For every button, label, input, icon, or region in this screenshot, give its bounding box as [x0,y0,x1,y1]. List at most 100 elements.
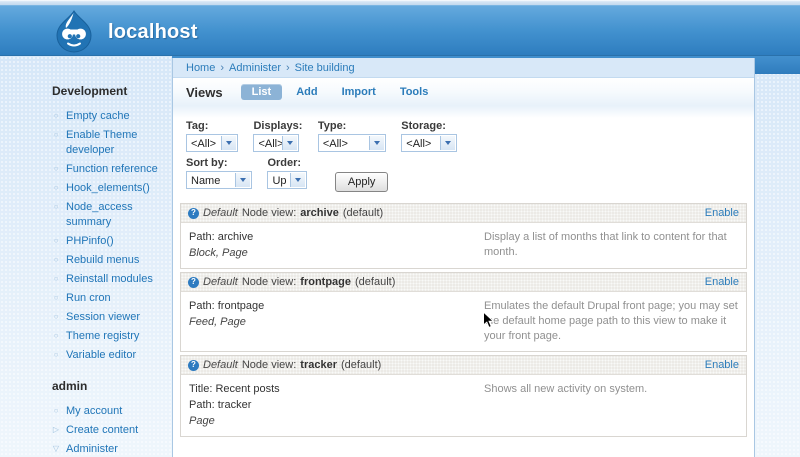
tag-select-value: <All> [191,138,217,150]
breadcrumb-link-administer[interactable]: Administer [229,62,281,74]
tab-list[interactable]: List [240,84,283,100]
page-title: Views [186,84,223,100]
chevron-down-icon[interactable] [221,136,236,150]
displays-select[interactable]: <All> [253,134,300,152]
chevron-down-icon[interactable] [282,136,298,150]
circle-bullet-icon [52,109,60,124]
tag-label: Tag: [186,120,209,132]
view-name: tracker [300,359,337,371]
sidebar-link[interactable]: Hook_elements() [66,181,150,196]
sidebar-link[interactable]: Reinstall modules [66,272,153,287]
sidebar-item-create-content[interactable]: Create content [52,423,166,438]
filter-order: Order: Up [267,157,308,189]
breadcrumb-link-site-building[interactable]: Site building [295,62,355,74]
sidebar-link[interactable]: Session viewer [66,310,140,325]
sidebar-item-function-reference[interactable]: Function reference [52,162,166,177]
sidebar-link[interactable]: PHPinfo() [66,234,114,249]
help-icon[interactable]: ? [188,359,199,371]
sidebar-item-hook-elements[interactable]: Hook_elements() [52,181,166,196]
expanded-arrow-icon[interactable] [52,442,60,457]
enable-link[interactable]: Enable [705,359,739,371]
sort-by-select[interactable]: Name [186,171,252,189]
chevron-down-icon[interactable] [290,173,306,187]
chevron-down-icon[interactable] [235,173,250,187]
order-select-value: Up [272,175,287,187]
sidebar-item-reinstall-modules[interactable]: Reinstall modules [52,272,166,287]
sidebar-link[interactable]: Rebuild menus [66,253,139,268]
view-description: Shows all new activity on system. [484,383,648,395]
filter-type: Type: <All> [317,120,386,152]
sidebar-link[interactable]: Empty cache [66,109,130,124]
view-path: Path: frontpage [189,300,265,312]
sidebar-item-administer[interactable]: Administer [52,442,166,457]
circle-bullet-icon [52,348,60,363]
tab-add[interactable]: Add [296,86,317,98]
view-name: frontpage [300,276,352,288]
sidebar-item-theme-registry[interactable]: Theme registry [52,329,166,344]
sort-by-select-value: Name [191,175,221,187]
default-suffix: (default) [355,276,396,288]
view-row-header: ? Default Node view: archive (default) E… [181,204,746,223]
view-displays: Page [189,415,215,427]
tab-tools[interactable]: Tools [400,86,429,98]
enable-link[interactable]: Enable [705,276,739,288]
sidebar-item-rebuild-menus[interactable]: Rebuild menus [52,253,166,268]
sidebar-link[interactable]: My account [66,404,122,419]
chevron-down-icon[interactable] [368,136,384,150]
sidebar: Development Empty cache Enable Theme dev… [0,56,172,457]
header-fade [173,106,754,118]
main-content-panel: Home › Administer › Site building Views … [172,58,755,457]
sidebar-item-run-cron[interactable]: Run cron [52,291,166,306]
sidebar-item-my-account[interactable]: My account [52,404,166,419]
circle-bullet-icon [52,162,60,177]
sidebar-link[interactable]: Create content [66,423,138,438]
displays-select-value: <All> [258,138,284,150]
site-title[interactable]: localhost [108,21,198,44]
view-title: Title: Recent posts [189,383,280,395]
storage-select[interactable]: <All> [401,134,458,152]
order-label: Order: [267,157,302,169]
sidebar-link[interactable]: Node_access summary [66,200,166,230]
type-select[interactable]: <All> [317,134,386,152]
help-icon[interactable]: ? [188,207,199,219]
breadcrumb-link-home[interactable]: Home [186,62,215,74]
sidebar-link[interactable]: Administer [66,442,118,457]
order-select[interactable]: Up [267,171,308,189]
circle-bullet-icon [52,128,60,158]
view-path: Path: archive [189,231,254,243]
view-type-label: Node view: [241,359,297,371]
collapsed-arrow-icon[interactable] [52,423,60,438]
help-icon[interactable]: ? [188,276,199,288]
filter-row-2: Sort by: Name Order: Up Apply [186,157,741,192]
circle-bullet-icon [52,291,60,306]
drupal-logo-icon[interactable] [54,10,94,58]
view-details: Path: archive Block, Page [189,229,484,261]
storage-label: Storage: [401,120,446,132]
sidebar-item-enable-theme-developer[interactable]: Enable Theme developer [52,128,166,158]
view-row-header: ? Default Node view: tracker (default) E… [181,356,746,375]
view-row-tracker: ? Default Node view: tracker (default) E… [180,355,747,437]
sidebar-item-variable-editor[interactable]: Variable editor [52,348,166,363]
sidebar-item-phpinfo[interactable]: PHPinfo() [52,234,166,249]
sidebar-link[interactable]: Variable editor [66,348,136,363]
enable-link[interactable]: Enable [705,207,739,219]
site-header: localhost [0,0,800,56]
sidebar-link[interactable]: Enable Theme developer [66,128,166,158]
sidebar-link[interactable]: Theme registry [66,329,139,344]
sidebar-link[interactable]: Function reference [66,162,158,177]
admin-menu: My account Create content Administer [52,404,166,457]
tag-select[interactable]: <All> [186,134,238,152]
circle-bullet-icon [52,272,60,287]
tab-import[interactable]: Import [342,86,376,98]
circle-bullet-icon [52,234,60,249]
sidebar-link[interactable]: Run cron [66,291,111,306]
sidebar-item-empty-cache[interactable]: Empty cache [52,109,166,124]
view-path: Path: tracker [189,399,252,411]
chevron-down-icon[interactable] [440,136,456,150]
breadcrumb-separator: › [285,61,290,74]
sidebar-item-session-viewer[interactable]: Session viewer [52,310,166,325]
default-label: Default [203,207,238,219]
apply-button[interactable]: Apply [334,172,389,192]
filter-displays: Displays: <All> [253,120,302,152]
sidebar-item-node-access-summary[interactable]: Node_access summary [52,200,166,230]
